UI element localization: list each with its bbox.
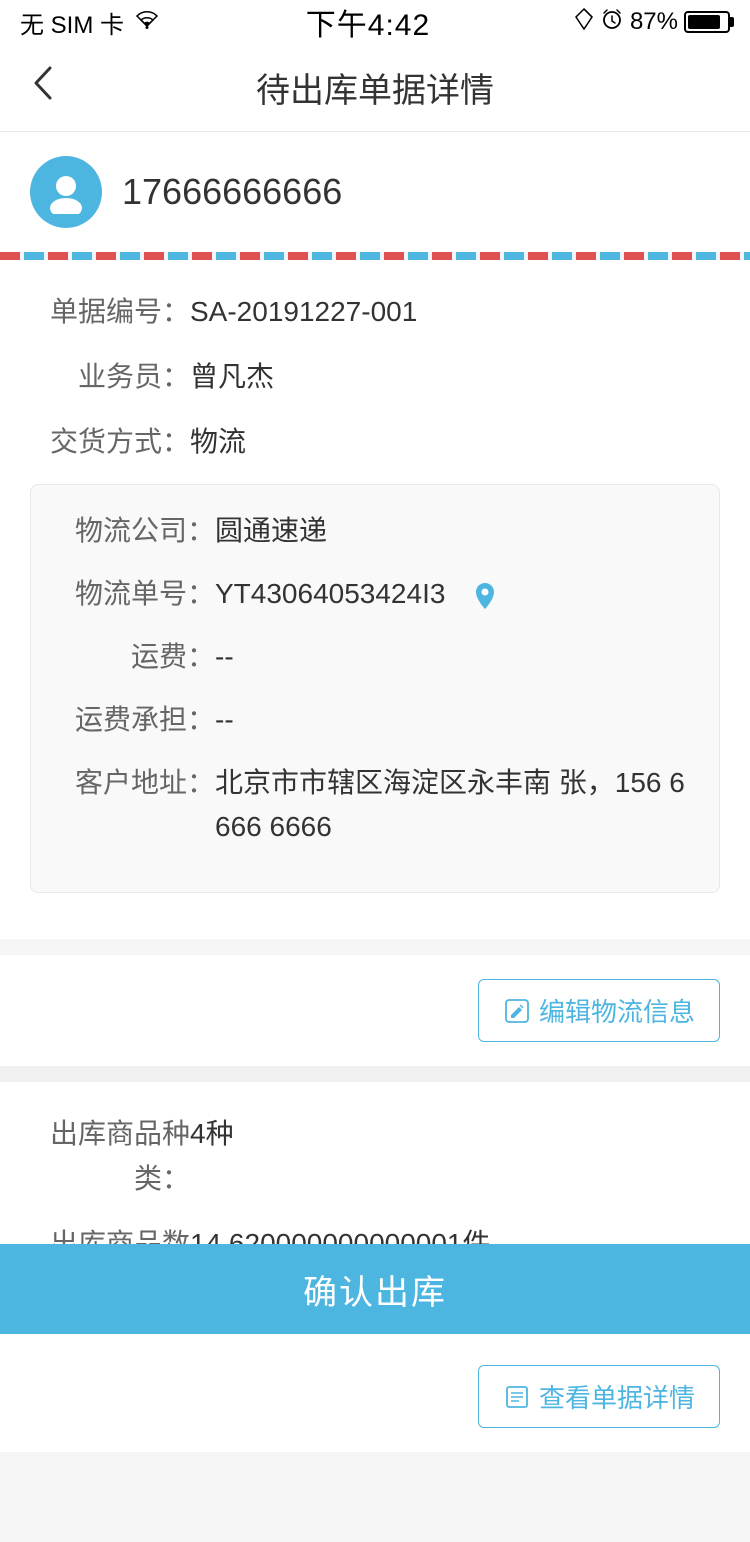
freight-bear-row: 运费承担： -- — [55, 698, 695, 743]
tracking-value: YT43064053424I3 — [215, 572, 695, 617]
confirm-button-area[interactable]: 确认出库 — [0, 1244, 750, 1334]
view-detail-area: 查看单据详情 — [0, 1341, 750, 1452]
alarm-icon — [600, 7, 624, 38]
logistics-company-row: 物流公司： 圆通速递 — [55, 509, 695, 554]
view-detail-label: 查看单据详情 — [539, 1378, 695, 1415]
customer-header: 17666666666 — [0, 132, 750, 252]
freight-bear-value: -- — [215, 698, 695, 743]
status-time: 下午4:42 — [306, 0, 430, 44]
doc-number-value: SA-20191227-001 — [190, 290, 720, 335]
section-divider — [0, 1066, 750, 1082]
map-location-icon[interactable] — [469, 580, 501, 612]
salesperson-value: 曾凡杰 — [190, 355, 720, 400]
delivery-method-row: 交货方式： 物流 — [30, 420, 720, 465]
freight-value: -- — [215, 635, 695, 680]
back-button[interactable] — [30, 64, 90, 111]
avatar — [30, 156, 102, 228]
logistics-card: 物流公司： 圆通速递 物流单号： YT43064053424I3 运费： — [30, 484, 720, 893]
address-row: 客户地址： 北京市市辖区海淀区永丰南 张，156 6666 6666 — [55, 761, 695, 851]
carrier-text: 无 SIM 卡 — [20, 5, 124, 40]
logistics-company-label: 物流公司： — [55, 509, 215, 554]
logistics-company-value: 圆通速递 — [215, 509, 695, 554]
salesperson-label: 业务员： — [30, 355, 190, 400]
status-right: 87% — [574, 7, 730, 38]
battery-percentage: 87% — [630, 8, 678, 36]
address-value: 北京市市辖区海淀区永丰南 张，156 6666 6666 — [215, 761, 695, 851]
view-detail-button[interactable]: 查看单据详情 — [478, 1365, 720, 1428]
goods-type-label: 出库商品种类： — [30, 1112, 190, 1202]
status-carrier: 无 SIM 卡 — [20, 5, 162, 40]
goods-type-value: 4种 — [190, 1112, 720, 1157]
edit-logistics-button[interactable]: 编辑物流信息 — [478, 979, 720, 1042]
location-status-icon — [574, 7, 594, 38]
order-info-section: 单据编号： SA-20191227-001 业务员： 曾凡杰 交货方式： 物流 … — [0, 260, 750, 939]
page-title: 待出库单据详情 — [256, 63, 494, 112]
tracking-number-row: 物流单号： YT43064053424I3 — [55, 572, 695, 617]
doc-number-label: 单据编号： — [30, 290, 190, 335]
edit-logistics-label: 编辑物流信息 — [539, 992, 695, 1029]
confirm-button-label: 确认出库 — [303, 1265, 447, 1314]
address-label: 客户地址： — [55, 761, 215, 806]
freight-row: 运费： -- — [55, 635, 695, 680]
salesperson-row: 业务员： 曾凡杰 — [30, 355, 720, 400]
dashed-divider — [0, 252, 750, 260]
wifi-icon — [132, 8, 162, 37]
freight-label: 运费： — [55, 635, 215, 680]
freight-bear-label: 运费承担： — [55, 698, 215, 743]
delivery-method-label: 交货方式： — [30, 420, 190, 465]
status-bar: 无 SIM 卡 下午4:42 87% — [0, 0, 750, 44]
delivery-method-value: 物流 — [190, 420, 720, 465]
customer-phone: 17666666666 — [122, 171, 342, 213]
edit-logistics-area: 编辑物流信息 — [0, 955, 750, 1066]
tracking-label: 物流单号： — [55, 572, 215, 617]
goods-type-row: 出库商品种类： 4种 — [30, 1112, 720, 1202]
tracking-text: YT43064053424I3 — [215, 578, 445, 609]
battery-icon — [684, 11, 730, 33]
doc-number-row: 单据编号： SA-20191227-001 — [30, 290, 720, 335]
nav-bar: 待出库单据详情 — [0, 44, 750, 132]
